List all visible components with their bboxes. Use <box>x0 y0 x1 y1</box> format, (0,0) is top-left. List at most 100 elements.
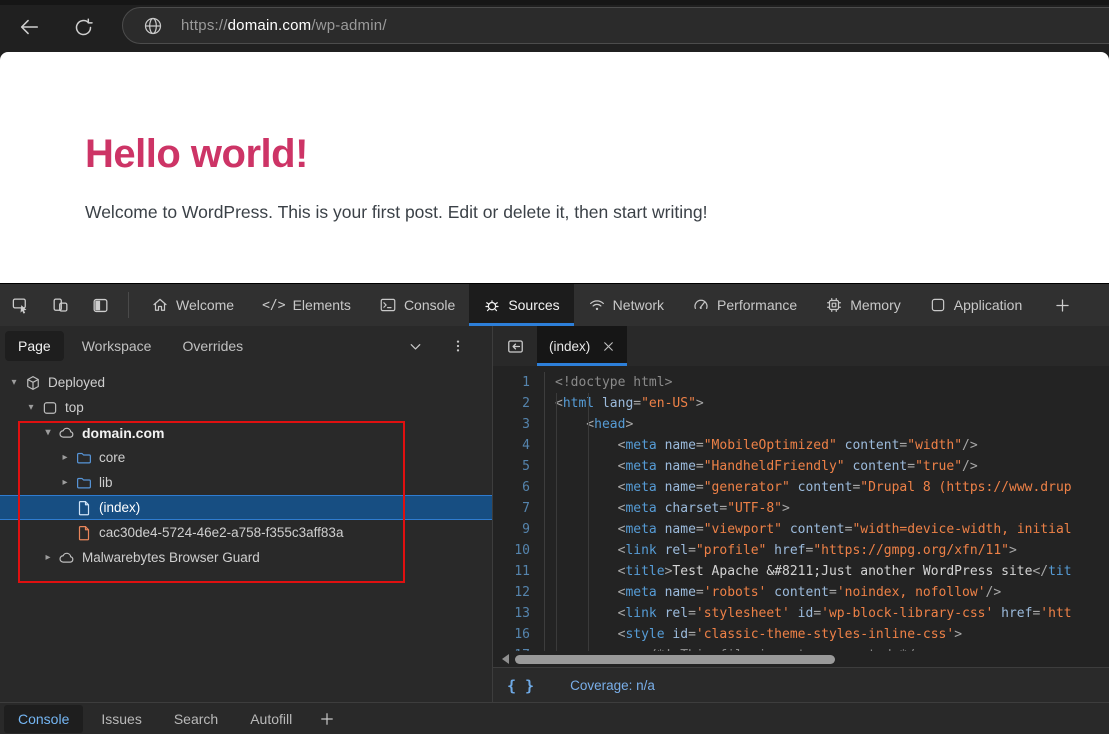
code-text: <meta name="HandheldFriendly" content="t… <box>545 456 978 477</box>
tree-item-cac30de4-5724-46e2-a758-f355c3aff83a[interactable]: cac30de4-5724-46e2-a758-f355c3aff83a <box>0 520 492 545</box>
code-text: <meta name="generator" content="Drupal 8… <box>545 477 1072 498</box>
tab-performance[interactable]: Performance <box>678 284 811 326</box>
line-number[interactable]: 13 <box>493 603 545 624</box>
collapsed-arrow-icon[interactable]: ▸ <box>59 452 71 463</box>
line-number[interactable]: 3 <box>493 414 545 435</box>
editor-status-bar: { } Coverage: n/a <box>493 667 1109 703</box>
code-line-4[interactable]: 4 <meta name="MobileOptimized" content="… <box>493 435 1109 456</box>
dock-panel-icon <box>91 296 110 315</box>
code-line-5[interactable]: 5 <meta name="HandheldFriendly" content=… <box>493 456 1109 477</box>
file-navigator-tree: ▾Deployed▾top▾domain.com▸core▸lib(index)… <box>0 366 492 703</box>
code-text: <meta name="viewport" content="width=dev… <box>545 519 1072 540</box>
editor-tab-index[interactable]: (index) <box>537 326 627 366</box>
inspect-element-button[interactable] <box>0 284 40 326</box>
indent-guide <box>556 393 557 651</box>
hide-navigator-button[interactable] <box>493 326 537 366</box>
tab-elements[interactable]: </>Elements <box>248 284 365 326</box>
tab-console[interactable]: Console <box>365 284 469 326</box>
plus-icon <box>1053 296 1072 315</box>
bug-icon <box>483 296 501 314</box>
refresh-icon <box>73 17 94 38</box>
tree-item--index-[interactable]: (index) <box>0 495 492 520</box>
code-view[interactable]: 1<!doctype html>2<html lang="en-US">3 <h… <box>493 366 1109 651</box>
drawer-tab-search[interactable]: Search <box>160 705 232 733</box>
tab-network[interactable]: Network <box>574 284 678 326</box>
tree-item-malwarebytes-browser-guard[interactable]: ▸Malwarebytes Browser Guard <box>0 545 492 570</box>
tab-application[interactable]: Application <box>915 284 1037 326</box>
code-line-1[interactable]: 1<!doctype html> <box>493 372 1109 393</box>
line-number[interactable]: 12 <box>493 582 545 603</box>
close-icon[interactable] <box>602 340 615 353</box>
drawer-more-button[interactable] <box>318 710 336 728</box>
line-number[interactable]: 2 <box>493 393 545 414</box>
drawer-tab-console[interactable]: Console <box>4 705 83 733</box>
code-text: <meta name="MobileOptimized" content="wi… <box>545 435 978 456</box>
code-text: <meta charset="UTF-8"> <box>545 498 790 519</box>
tree-item-lib[interactable]: ▸lib <box>0 470 492 495</box>
code-text: <html lang="en-US"> <box>545 393 704 414</box>
drawer-tab-autofill[interactable]: Autofill <box>236 705 306 733</box>
code-line-2[interactable]: 2<html lang="en-US"> <box>493 393 1109 414</box>
tab-label: Application <box>954 297 1023 313</box>
line-number[interactable]: 11 <box>493 561 545 582</box>
tab-label: Performance <box>717 297 797 313</box>
more-tabs-button[interactable] <box>1042 284 1082 326</box>
expanded-arrow-icon[interactable]: ▾ <box>8 377 20 388</box>
tree-item-label: top <box>65 400 84 415</box>
editor-tab-bar: (index) <box>492 326 1109 366</box>
code-line-3[interactable]: 3 <head> <box>493 414 1109 435</box>
expanded-arrow-icon[interactable]: ▾ <box>25 402 37 413</box>
code-text: <!doctype html> <box>545 372 672 393</box>
tab-label: Sources <box>508 297 559 313</box>
code-line-11[interactable]: 11 <title>Test Apache &#8211;Just anothe… <box>493 561 1109 582</box>
kebab-menu-icon[interactable] <box>450 338 466 354</box>
pretty-print-button[interactable]: { } <box>507 677 534 695</box>
line-number[interactable]: 5 <box>493 456 545 477</box>
expanded-arrow-icon[interactable]: ▾ <box>42 427 54 438</box>
home-icon <box>151 296 169 314</box>
sources-sidebar-tabs: PageWorkspaceOverrides <box>0 326 492 366</box>
tab-sources[interactable]: Sources <box>469 284 573 326</box>
horizontal-scrollbar[interactable] <box>493 651 1109 667</box>
page-title: Hello world! <box>85 132 308 177</box>
device-toolbar-button[interactable] <box>40 284 80 326</box>
code-line-9[interactable]: 9 <meta name="viewport" content="width=d… <box>493 519 1109 540</box>
chevron-down-icon[interactable] <box>407 338 424 355</box>
tab-label: Welcome <box>176 297 234 313</box>
panel-tab-workspace[interactable]: Workspace <box>69 331 165 361</box>
code-line-13[interactable]: 13 <link rel='stylesheet' id='wp-block-l… <box>493 603 1109 624</box>
code-line-6[interactable]: 6 <meta name="generator" content="Drupal… <box>493 477 1109 498</box>
drawer-tabs: ConsoleIssuesSearchAutofill <box>0 705 306 733</box>
line-number[interactable]: 6 <box>493 477 545 498</box>
scroll-left-arrow-icon[interactable] <box>497 654 509 664</box>
coverage-status[interactable]: Coverage: n/a <box>570 678 655 693</box>
tab-welcome[interactable]: Welcome <box>137 284 248 326</box>
tree-item-deployed[interactable]: ▾Deployed <box>0 370 492 395</box>
line-number[interactable]: 10 <box>493 540 545 561</box>
tab-memory[interactable]: Memory <box>811 284 915 326</box>
tab-label: Elements <box>293 297 351 313</box>
line-number[interactable]: 16 <box>493 624 545 645</box>
line-number[interactable]: 9 <box>493 519 545 540</box>
code-line-7[interactable]: 7 <meta charset="UTF-8"> <box>493 498 1109 519</box>
back-button[interactable] <box>12 10 46 44</box>
code-line-16[interactable]: 16 <style id='classic-theme-styles-inlin… <box>493 624 1109 645</box>
drawer-tab-issues[interactable]: Issues <box>87 705 155 733</box>
tree-item-core[interactable]: ▸core <box>0 445 492 470</box>
address-bar[interactable]: https://domain.com/wp-admin/ <box>122 7 1109 44</box>
code-line-12[interactable]: 12 <meta name='robots' content='noindex,… <box>493 582 1109 603</box>
folder-icon <box>75 474 93 492</box>
panel-tab-page[interactable]: Page <box>5 331 64 361</box>
code-line-10[interactable]: 10 <link rel="profile" href="https://gmp… <box>493 540 1109 561</box>
refresh-button[interactable] <box>66 10 100 44</box>
line-number[interactable]: 4 <box>493 435 545 456</box>
tree-item-domain-com[interactable]: ▾domain.com <box>0 420 492 445</box>
collapsed-arrow-icon[interactable]: ▸ <box>42 552 54 563</box>
dock-side-button[interactable] <box>80 284 120 326</box>
line-number[interactable]: 1 <box>493 372 545 393</box>
panel-tab-overrides[interactable]: Overrides <box>169 331 256 361</box>
tree-item-top[interactable]: ▾ top <box>0 395 492 420</box>
line-number[interactable]: 7 <box>493 498 545 519</box>
collapsed-arrow-icon[interactable]: ▸ <box>59 477 71 488</box>
scrollbar-thumb[interactable] <box>515 655 835 664</box>
